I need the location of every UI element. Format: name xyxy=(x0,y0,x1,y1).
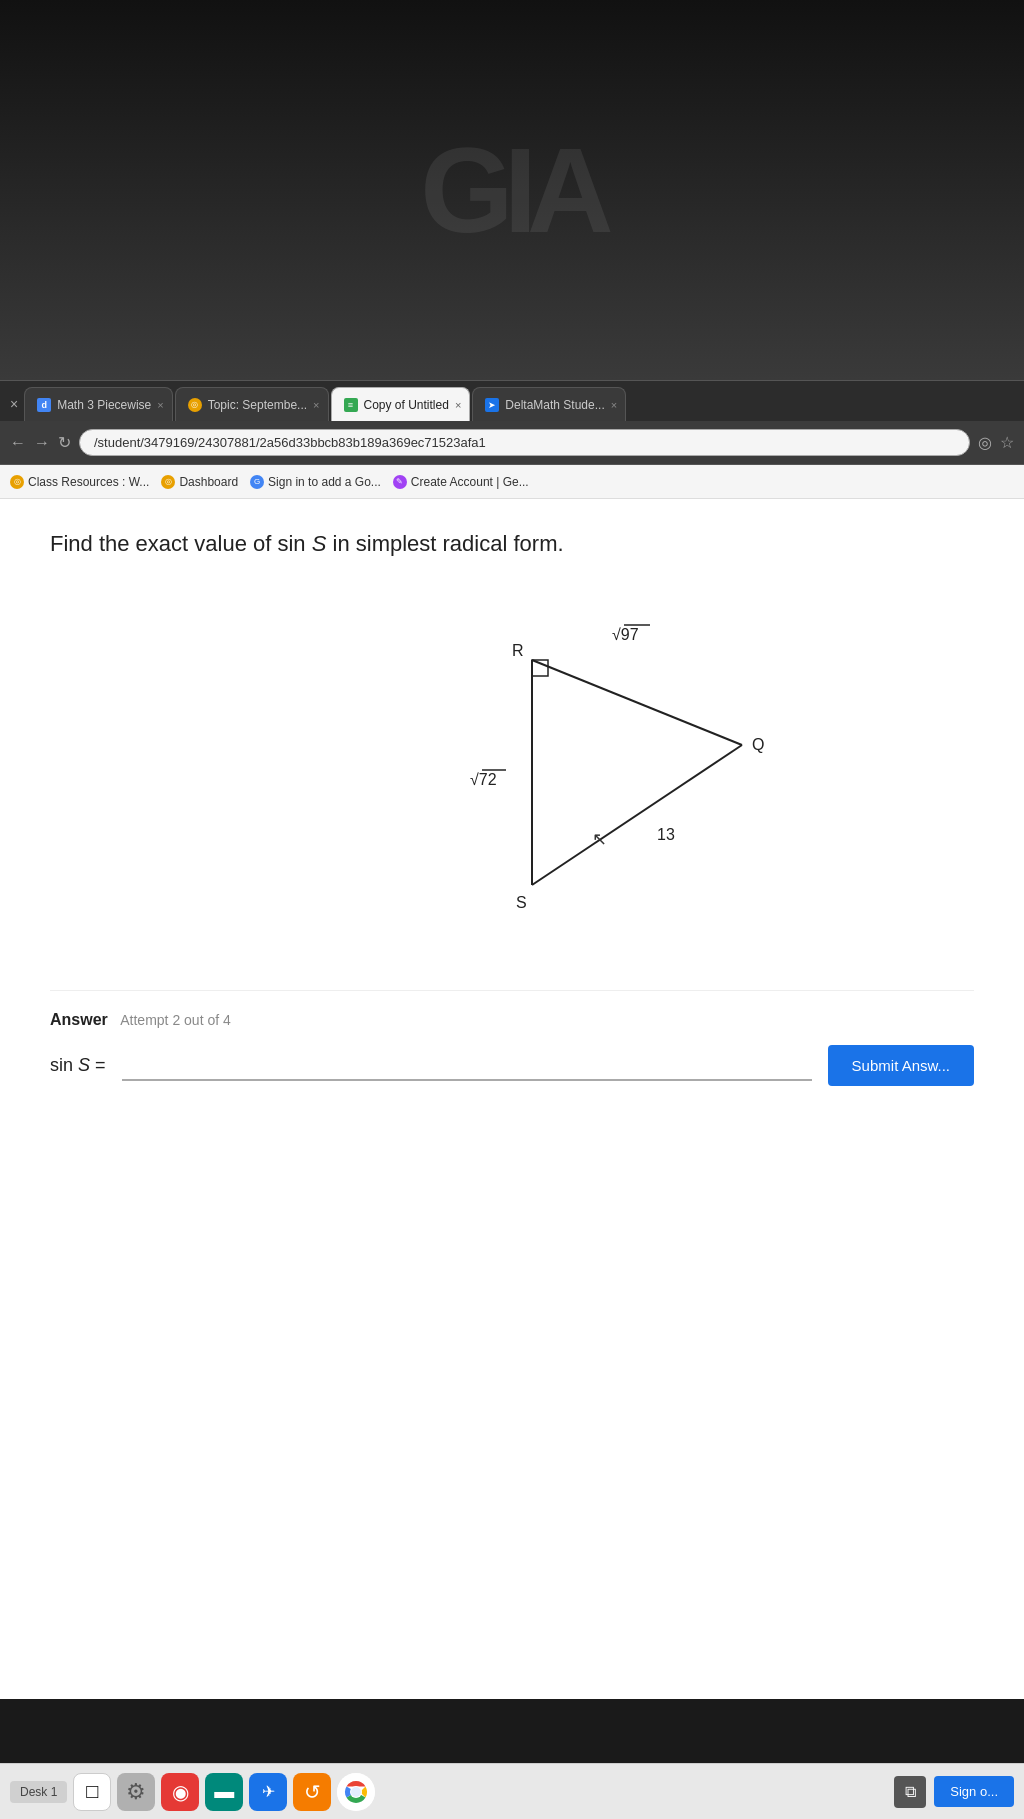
bookmark-dashboard-label: Dashboard xyxy=(179,475,238,489)
side-rq-label: √97 xyxy=(612,626,639,643)
tab-copy-label: Copy of Untitled xyxy=(364,398,449,412)
bookmark-class-resources[interactable]: ◎ Class Resources : W... xyxy=(10,475,149,489)
cursor-indicator: ↖ xyxy=(592,829,607,849)
vertex-r-label: R xyxy=(512,642,524,659)
tab-deltamath-label: DeltaMath Stude... xyxy=(505,398,604,412)
triangle-diagram: R Q S √97 √72 13 ↖ xyxy=(50,590,974,950)
answer-section: Answer Attempt 2 out of 4 sin S = Submit… xyxy=(50,990,974,1086)
problem-title: Find the exact value of sin S in simples… xyxy=(50,529,974,560)
bookmark-create-label: Create Account | Ge... xyxy=(411,475,529,489)
bookmark-dashboard[interactable]: ◎ Dashboard xyxy=(161,475,238,489)
taskbar-teal-app[interactable]: ▬ xyxy=(205,1773,243,1811)
white-square-icon: □ xyxy=(86,1780,98,1803)
taskbar-red-app[interactable]: ◉ xyxy=(161,1773,199,1811)
answer-label: Answer xyxy=(50,1011,108,1028)
svg-line-2 xyxy=(532,745,742,885)
window-close-button[interactable]: × xyxy=(6,396,22,412)
blue-app-icon: ✈ xyxy=(262,1782,275,1801)
vertex-s-label: S xyxy=(516,894,527,911)
taskbar-chrome[interactable] xyxy=(337,1773,375,1811)
svg-line-0 xyxy=(532,660,742,745)
taskbar-right: ⧉ Sign o... xyxy=(894,1776,1014,1808)
bookmark-signin-label: Sign in to add a Go... xyxy=(268,475,381,489)
tab-copy-icon: ≡ xyxy=(344,398,358,412)
taskbar-settings-icon[interactable]: ⚙ xyxy=(117,1773,155,1811)
back-button[interactable]: ← xyxy=(10,434,26,452)
browser-chrome: × d Math 3 Piecewise × ◎ Topic: Septembe… xyxy=(0,380,1024,499)
tab-deltamath-close[interactable]: × xyxy=(611,399,617,411)
address-bar-row: ← → ↻ /student/3479169/24307881/2a56d33b… xyxy=(0,421,1024,465)
tab-copy-untitled[interactable]: ≡ Copy of Untitled × xyxy=(331,387,471,421)
taskbar-white-square[interactable]: □ xyxy=(73,1773,111,1811)
reload-button[interactable]: ↻ xyxy=(58,433,71,452)
tab-math3-icon: d xyxy=(37,398,51,412)
bookmark-star-icon[interactable]: ☆ xyxy=(1000,433,1014,452)
settings-gear-icon: ⚙ xyxy=(126,1779,146,1805)
svg-point-8 xyxy=(351,1787,361,1797)
side-rs-label: √72 xyxy=(470,771,497,788)
top-background: GIA xyxy=(0,0,1024,380)
tab-deltamath-icon: ➤ xyxy=(485,398,499,412)
tab-topic[interactable]: ◎ Topic: Septembe... × xyxy=(175,387,329,421)
tab-deltamath[interactable]: ➤ DeltaMath Stude... × xyxy=(472,387,626,421)
main-content: Find the exact value of sin S in simples… xyxy=(0,499,1024,1699)
tab-topic-label: Topic: Septembe... xyxy=(208,398,307,412)
forward-button[interactable]: → xyxy=(34,434,50,452)
tab-math3-label: Math 3 Piecewise xyxy=(57,398,151,412)
tab-topic-close[interactable]: × xyxy=(313,399,319,411)
tab-math3[interactable]: d Math 3 Piecewise × xyxy=(24,387,172,421)
bookmark-create-icon: ✎ xyxy=(393,475,407,489)
sign-out-button[interactable]: Sign o... xyxy=(934,1776,1014,1807)
bookmark-class-label: Class Resources : W... xyxy=(28,475,149,489)
bookmark-create-account[interactable]: ✎ Create Account | Ge... xyxy=(393,475,529,489)
screen-copy-icon[interactable]: ⧉ xyxy=(894,1776,926,1808)
answer-input-row: sin S = Submit Answ... xyxy=(50,1045,974,1086)
tab-topic-icon: ◎ xyxy=(188,398,202,412)
side-sq-label: 13 xyxy=(657,826,675,843)
bookmarks-bar: ◎ Class Resources : W... ◎ Dashboard G S… xyxy=(0,465,1024,499)
tab-math3-close[interactable]: × xyxy=(157,399,163,411)
sin-equation-label: sin S = xyxy=(50,1055,106,1076)
answer-input-field[interactable] xyxy=(122,1050,812,1081)
bookmark-signin-icon: G xyxy=(250,475,264,489)
teal-app-icon: ▬ xyxy=(214,1780,234,1803)
taskbar-orange-app[interactable]: ↺ xyxy=(293,1773,331,1811)
location-icon: ◎ xyxy=(978,433,992,452)
attempt-text: Attempt 2 out of 4 xyxy=(120,1012,231,1028)
orange-app-icon: ↺ xyxy=(304,1780,321,1804)
tab-bar: × d Math 3 Piecewise × ◎ Topic: Septembe… xyxy=(0,381,1024,421)
red-app-icon: ◉ xyxy=(172,1780,189,1804)
taskbar-blue-app[interactable]: ✈ xyxy=(249,1773,287,1811)
bookmark-class-icon: ◎ xyxy=(10,475,24,489)
bookmark-signin[interactable]: G Sign in to add a Go... xyxy=(250,475,381,489)
taskbar: Desk 1 □ ⚙ ◉ ▬ ✈ ↺ ⧉ Sign o... xyxy=(0,1763,1024,1819)
vertex-q-label: Q xyxy=(752,736,764,753)
bookmark-dashboard-icon: ◎ xyxy=(161,475,175,489)
desk-label: Desk 1 xyxy=(10,1781,67,1803)
address-input[interactable]: /student/3479169/24307881/2a56d33bbcb83b… xyxy=(79,429,970,456)
tab-copy-close[interactable]: × xyxy=(455,399,461,411)
chrome-icon xyxy=(337,1773,375,1811)
submit-answer-button[interactable]: Submit Answ... xyxy=(828,1045,974,1086)
triangle-svg: R Q S √97 √72 13 ↖ xyxy=(252,590,772,950)
